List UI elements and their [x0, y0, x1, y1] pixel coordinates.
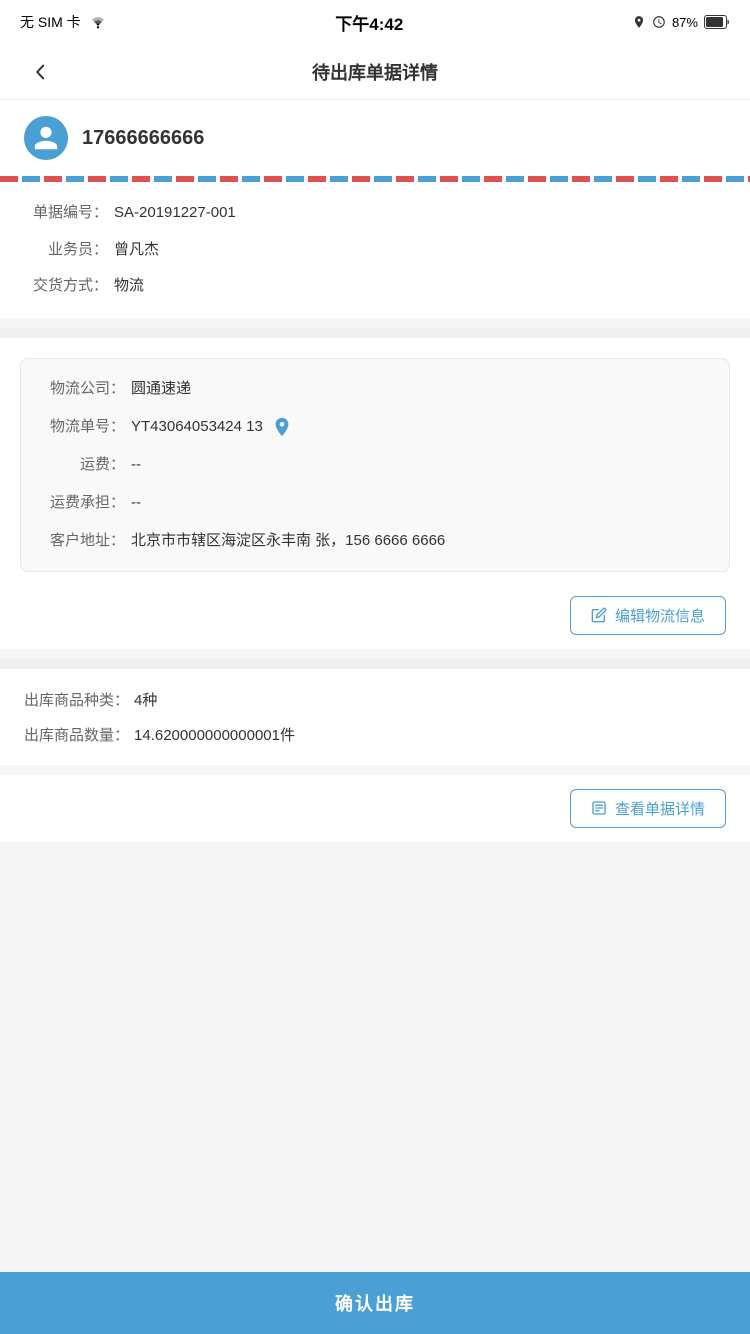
tracking-number-text: YT43064053424 13 — [131, 415, 263, 439]
goods-type-value: 4种 — [134, 689, 726, 710]
customer-phone: 17666666666 — [82, 127, 204, 150]
address-row: 客户地址： 北京市市辖区海淀区永丰南 张，156 6666 6666 — [41, 529, 709, 553]
salesperson-label: 业务员： — [24, 239, 114, 262]
delivery-method-label: 交货方式： — [24, 275, 114, 298]
logistics-company-label: 物流公司： — [41, 377, 131, 401]
edit-icon — [591, 607, 607, 623]
battery-text: 87% — [672, 15, 698, 30]
status-bar: 无 SIM 卡 下午4:42 87% — [0, 0, 750, 44]
freight-row: 运费： -- — [41, 453, 709, 477]
logistics-company-value: 圆通速递 — [131, 377, 709, 401]
page-title: 待出库单据详情 — [60, 59, 690, 85]
customer-section: 17666666666 — [0, 100, 750, 176]
tracking-number-label: 物流单号： — [41, 415, 131, 439]
order-info-section: 单据编号： SA-20191227-001 业务员： 曾凡杰 交货方式： 物流 — [0, 182, 750, 318]
salesperson-value: 曾凡杰 — [114, 239, 726, 262]
order-number-value: SA-20191227-001 — [114, 202, 726, 225]
edit-btn-label: 编辑物流信息 — [615, 605, 705, 626]
order-number-label: 单据编号： — [24, 202, 114, 225]
goods-type-row: 出库商品种类： 4种 — [24, 689, 726, 710]
address-value: 北京市市辖区海淀区永丰南 张，156 6666 6666 — [131, 529, 709, 553]
alarm-icon — [652, 15, 666, 29]
nav-bar: 待出库单据详情 — [0, 44, 750, 100]
status-left: 无 SIM 卡 — [20, 12, 107, 32]
address-label: 客户地址： — [41, 529, 131, 553]
logistics-card: 物流公司： 圆通速递 物流单号： YT43064053424 13 运费： --… — [20, 358, 730, 572]
document-icon — [591, 800, 607, 816]
tracking-number-value: YT43064053424 13 — [131, 415, 709, 439]
view-details-button[interactable]: 查看单据详情 — [570, 789, 726, 828]
confirm-button[interactable]: 确认出库 — [335, 1290, 415, 1316]
edit-btn-container: 编辑物流信息 — [0, 582, 750, 649]
freight-bearer-value: -- — [131, 491, 709, 515]
freight-bearer-label: 运费承担： — [41, 491, 131, 515]
avatar — [24, 116, 68, 160]
logistics-company-row: 物流公司： 圆通速递 — [41, 377, 709, 401]
goods-quantity-row: 出库商品数量： 14.620000000000001件 — [24, 724, 726, 745]
confirm-btn-container: 确认出库 — [0, 1272, 750, 1334]
tracking-number-row: 物流单号： YT43064053424 13 — [41, 415, 709, 439]
map-location-icon[interactable] — [271, 416, 293, 438]
view-btn-container: 查看单据详情 — [0, 775, 750, 842]
view-btn-label: 查看单据详情 — [615, 798, 705, 819]
goods-section: 出库商品种类： 4种 出库商品数量： 14.620000000000001件 — [0, 669, 750, 765]
status-right: 87% — [632, 15, 730, 30]
battery-icon — [704, 15, 730, 29]
empty-area — [0, 852, 750, 1052]
edit-logistics-button[interactable]: 编辑物流信息 — [570, 596, 726, 635]
delivery-method-value: 物流 — [114, 275, 726, 298]
order-number-row: 单据编号： SA-20191227-001 — [24, 202, 726, 225]
wifi-icon — [89, 15, 107, 29]
section-gap-1 — [0, 328, 750, 338]
freight-bearer-row: 运费承担： -- — [41, 491, 709, 515]
freight-label: 运费： — [41, 453, 131, 477]
goods-quantity-label: 出库商品数量： — [24, 724, 134, 745]
back-button[interactable] — [20, 52, 60, 92]
goods-quantity-value: 14.620000000000001件 — [134, 724, 726, 745]
carrier-text: 无 SIM 卡 — [20, 12, 81, 32]
person-icon — [32, 124, 60, 152]
location-active-icon — [632, 15, 646, 29]
freight-value: -- — [131, 453, 709, 477]
delivery-method-row: 交货方式： 物流 — [24, 275, 726, 298]
status-time: 下午4:42 — [335, 10, 403, 35]
section-gap-2 — [0, 659, 750, 669]
salesperson-row: 业务员： 曾凡杰 — [24, 239, 726, 262]
goods-type-label: 出库商品种类： — [24, 689, 134, 710]
